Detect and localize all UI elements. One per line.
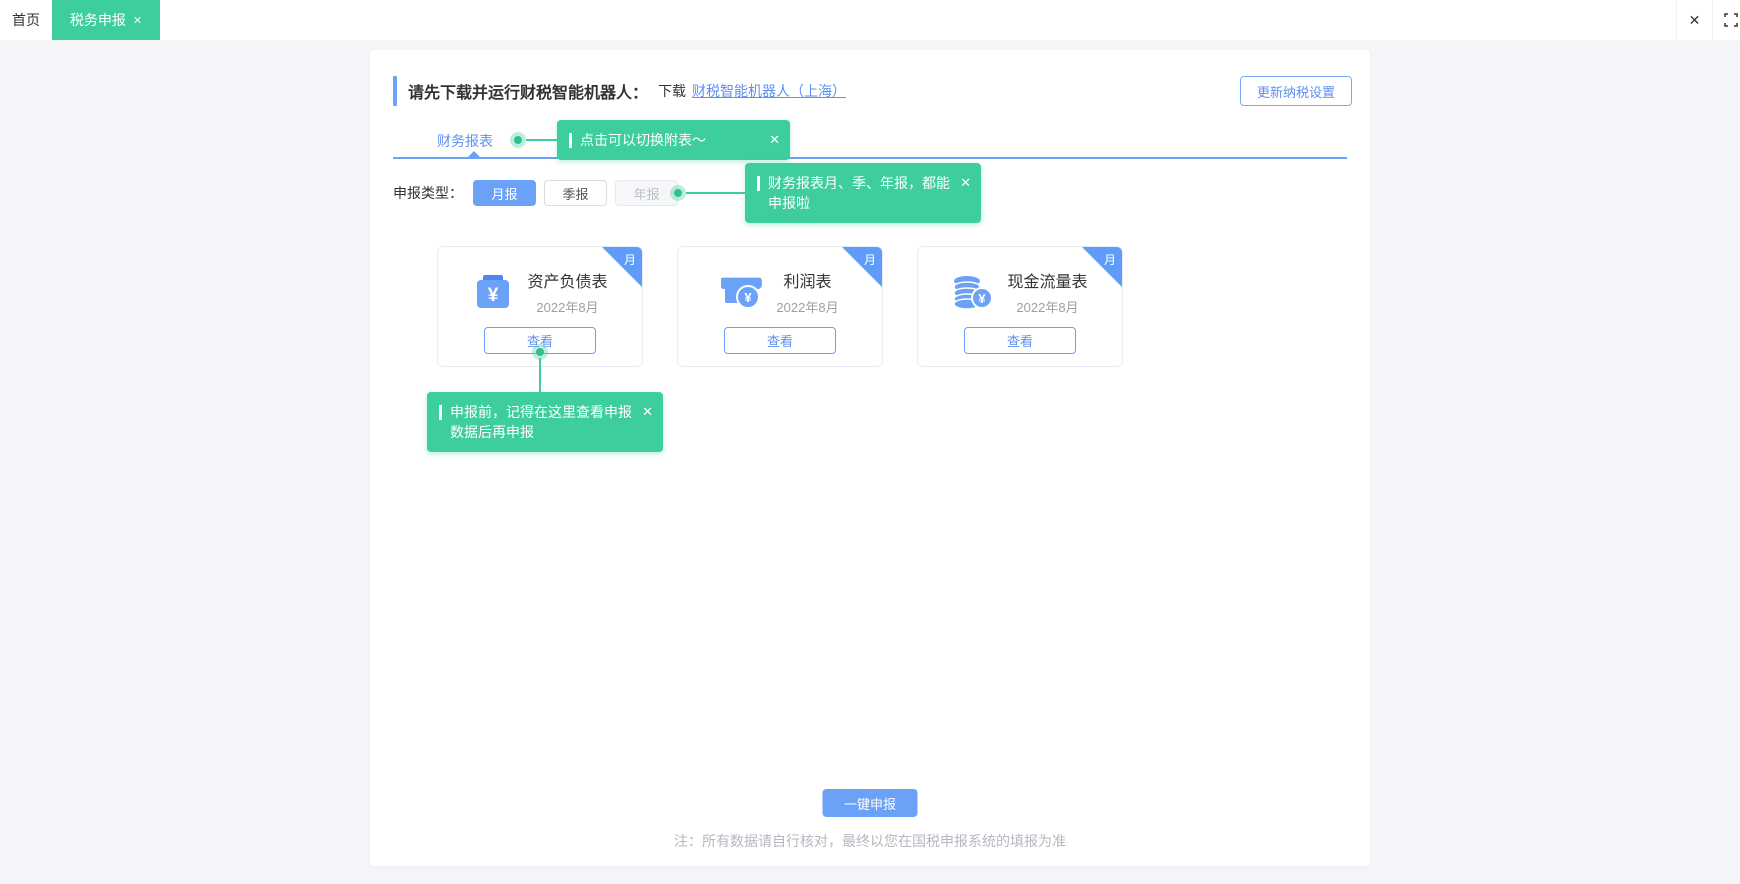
storefront-icon: ¥ (721, 277, 763, 309)
tooltip-close-icon[interactable]: ✕ (769, 130, 780, 150)
card-title: 现金流量表 (1007, 274, 1088, 291)
tab-close-icon[interactable]: ✕ (133, 14, 142, 27)
monthly-badge-label: 月 (1103, 253, 1116, 267)
card-period: 2022年8月 (1016, 300, 1079, 315)
tooltip-quote-bar (439, 405, 442, 420)
tooltip-check-before-text: 申报前，记得在这里查看申报数据后再申报 (450, 404, 632, 440)
main-panel: 请先下载并运行财税智能机器人： 下载 财税智能机器人（上海） 更新纳税设置 财务… (370, 50, 1370, 866)
guide-connector-period (686, 192, 745, 194)
svg-text:¥: ¥ (745, 290, 753, 305)
page-background: 请先下载并运行财税智能机器人： 下载 财税智能机器人（上海） 更新纳税设置 财务… (0, 40, 1740, 884)
close-icon[interactable]: ✕ (1676, 0, 1712, 40)
one-click-declare-button[interactable]: 一键申报 (822, 789, 918, 817)
guide-dot-view (532, 344, 548, 360)
monthly-corner-badge (1082, 247, 1122, 287)
tab-home[interactable]: 首页 (0, 0, 52, 40)
view-cash-flow-button[interactable]: 查看 (964, 327, 1076, 354)
tab-caret-indicator (467, 151, 481, 158)
money-bag-icon: ¥ (477, 275, 510, 308)
card-title: 资产负债表 (527, 274, 608, 291)
view-income-statement-button[interactable]: 查看 (724, 327, 836, 354)
declare-type-label: 申报类型： (393, 185, 463, 201)
tab-underline (393, 157, 1347, 159)
tooltip-switch-tables: 点击可以切换附表～ ✕ (557, 120, 790, 160)
page-title: 请先下载并运行财税智能机器人： (408, 85, 649, 102)
svg-text:¥: ¥ (979, 291, 987, 306)
monthly-corner-badge (602, 247, 642, 287)
robot-download-link[interactable]: 财税智能机器人（上海） (692, 81, 846, 101)
footer-note: 注：所有数据请自行核对，最终以您在国税申报系统的填报为准 (674, 833, 1066, 849)
tooltip-all-periods-text: 财务报表月、季、年报，都能申报啦 (768, 175, 950, 211)
monthly-badge-label: 月 (863, 253, 876, 267)
svg-text:¥: ¥ (488, 285, 499, 306)
tooltip-switch-tables-text: 点击可以切换附表～ (580, 132, 706, 148)
monthly-corner-badge (842, 247, 882, 287)
monthly-option-button[interactable]: 月报 (473, 180, 536, 206)
tab-tax-declaration[interactable]: 税务申报 ✕ (52, 0, 160, 40)
window-controls: ✕ (1676, 0, 1740, 40)
card-period: 2022年8月 (776, 300, 839, 315)
tooltip-close-icon[interactable]: ✕ (960, 173, 971, 193)
guide-dot-period (670, 185, 686, 201)
quarterly-option-button[interactable]: 季报 (544, 180, 607, 206)
card-cash-flow: 月 ¥ 现金流量表 2022年8月 查看 (917, 246, 1123, 367)
guide-connector-view (539, 358, 541, 392)
top-tab-bar: 首页 税务申报 ✕ ✕ (0, 0, 1740, 40)
coin-stack-icon: ¥ (953, 276, 994, 310)
header-row: 请先下载并运行财税智能机器人： 下载 财税智能机器人（上海） (408, 76, 846, 106)
card-period: 2022年8月 (536, 300, 599, 315)
header-accent-bar (393, 76, 397, 106)
tooltip-close-icon[interactable]: ✕ (642, 402, 653, 422)
tooltip-check-before: 申报前，记得在这里查看申报数据后再申报 ✕ (427, 392, 663, 452)
guide-connector-tab (526, 139, 557, 141)
tab-tax-declaration-label: 税务申报 (69, 12, 126, 28)
yearly-option-button[interactable]: 年报 (615, 180, 678, 206)
tooltip-quote-bar (569, 133, 572, 148)
card-income-statement: 月 ¥ 利润表 2022年8月 查看 (677, 246, 883, 367)
tooltip-quote-bar (757, 176, 760, 191)
monthly-badge-label: 月 (623, 253, 636, 267)
card-title: 利润表 (783, 274, 832, 291)
fullscreen-icon[interactable] (1712, 0, 1740, 40)
tooltip-all-periods: 财务报表月、季、年报，都能申报啦 ✕ (745, 163, 981, 223)
download-label: 下载 (658, 83, 687, 99)
update-tax-settings-button[interactable]: 更新纳税设置 (1240, 76, 1352, 106)
guide-dot-tab (510, 132, 526, 148)
tab-financial-reports[interactable]: 财务报表 (437, 131, 493, 151)
declare-type-row: 申报类型： 月报 季报 年报 (393, 180, 678, 206)
